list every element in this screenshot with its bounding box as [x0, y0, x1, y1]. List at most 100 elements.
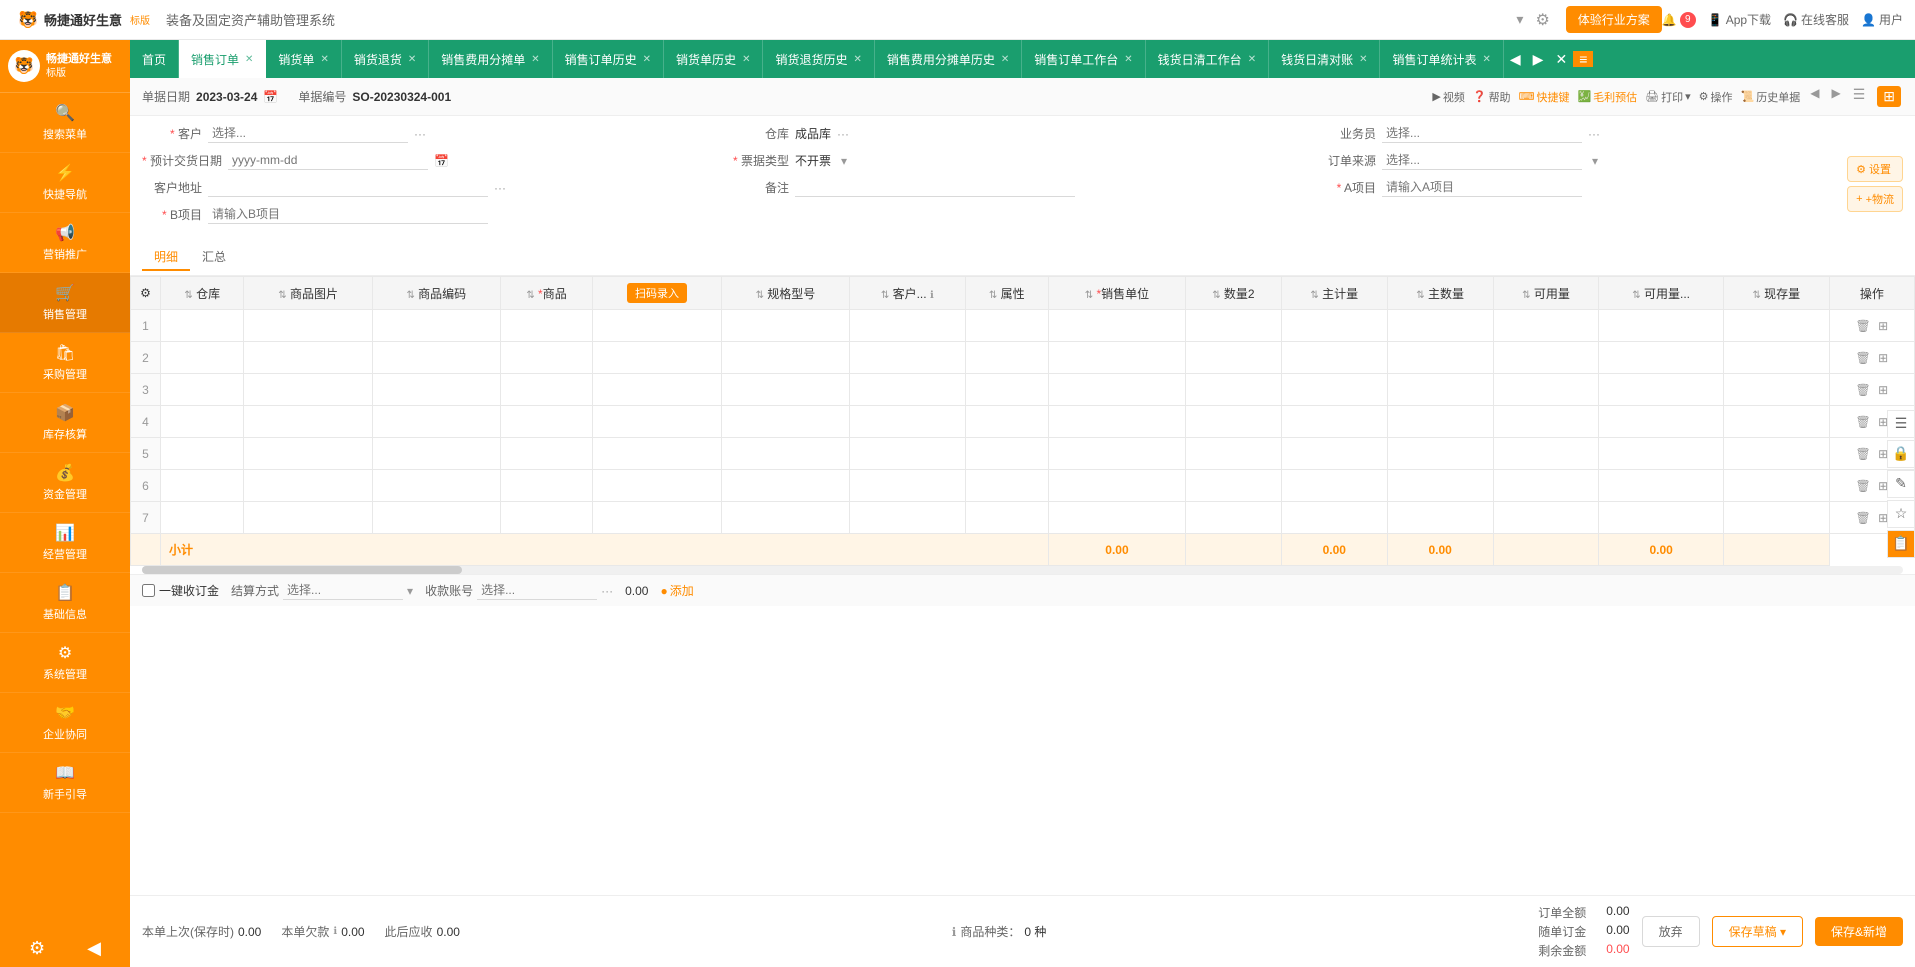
row-6-customer-code[interactable] [850, 470, 965, 502]
tab-sales-expense[interactable]: 销售费用分摊单 ✕ [429, 40, 552, 78]
row-5-qty2[interactable] [1185, 438, 1281, 470]
row-1-current-stock[interactable] [1723, 310, 1829, 342]
row-6-product-image[interactable] [244, 470, 372, 502]
row-7-product-image[interactable] [244, 502, 372, 534]
row-copy-icon[interactable]: ⊞ [1878, 351, 1888, 365]
row-4-customer-code[interactable] [850, 406, 965, 438]
tab-more-btn[interactable]: ≡ [1573, 51, 1593, 67]
sidebar-item-marketing[interactable]: 📢 营销推广 [0, 213, 130, 273]
row-delete-icon[interactable]: 🗑 [1856, 511, 1871, 525]
sidebar-item-operations[interactable]: 📊 经营管理 [0, 513, 130, 573]
row-6-sales-unit[interactable] [1049, 470, 1186, 502]
row-7-main-qty[interactable] [1387, 502, 1493, 534]
row-delete-icon[interactable]: 🗑 [1856, 415, 1871, 429]
profit-btn[interactable]: 💹 毛利预估 [1577, 86, 1637, 107]
row-5-current-stock[interactable] [1723, 438, 1829, 470]
tab-close-icon[interactable]: ✕ [408, 54, 416, 65]
tab-close-icon[interactable]: ✕ [531, 54, 539, 65]
row-4-attribute[interactable] [965, 406, 1048, 438]
tab-sales-return[interactable]: 销货退货 ✕ [342, 40, 429, 78]
view-toggle-list[interactable]: ☰ [1853, 86, 1866, 107]
customer-more-icon[interactable]: ··· [414, 127, 426, 141]
tab-daily-clear[interactable]: 钱货日清工作台 ✕ [1146, 40, 1269, 78]
row-2-main-unit[interactable] [1281, 342, 1387, 374]
tab-close-icon[interactable]: ✕ [1359, 54, 1367, 65]
add-btn[interactable]: ● 添加 [660, 582, 693, 599]
right-btn-3[interactable]: ✎ [1887, 470, 1915, 498]
row-3-current-stock[interactable] [1723, 374, 1829, 406]
row-6-main-qty[interactable] [1387, 470, 1493, 502]
row-7-current-stock[interactable] [1723, 502, 1829, 534]
row-4-main-unit[interactable] [1281, 406, 1387, 438]
row-7-qty2[interactable] [1185, 502, 1281, 534]
right-btn-4[interactable]: ☆ [1887, 500, 1915, 528]
row-1-main-unit[interactable] [1281, 310, 1387, 342]
row-3-main-qty[interactable] [1387, 374, 1493, 406]
invoice-dropdown-icon[interactable]: ▾ [841, 154, 847, 168]
sidebar-item-collaboration[interactable]: 🤝 企业协同 [0, 693, 130, 753]
sidebar-item-system[interactable]: ⚙ 系统管理 [0, 633, 130, 693]
row-1-available2[interactable] [1599, 310, 1724, 342]
row-7-product-code[interactable] [372, 502, 500, 534]
sidebar-item-sales[interactable]: 🛒 销售管理 [0, 273, 130, 333]
sidebar-item-search[interactable]: 🔍 搜索菜单 [0, 93, 130, 153]
tab-close-icon[interactable]: ✕ [1248, 54, 1256, 65]
tab-close-icon[interactable]: ✕ [1001, 54, 1009, 65]
row-copy-icon[interactable]: ⊞ [1878, 383, 1888, 397]
right-btn-2[interactable]: 🔒 [1887, 440, 1915, 468]
row-4-warehouse[interactable] [161, 406, 244, 438]
row-7-warehouse[interactable] [161, 502, 244, 534]
operation-btn[interactable]: ⚙ 操作 [1699, 86, 1733, 107]
add-logistics-btn[interactable]: + +物流 [1847, 186, 1903, 212]
tab-close-icon[interactable]: ✕ [1483, 54, 1491, 65]
tab-close-icon[interactable]: ✕ [320, 54, 328, 65]
sidebar-item-finance[interactable]: 💰 资金管理 [0, 453, 130, 513]
settings-float-btn[interactable]: ⚙ 设置 [1847, 156, 1903, 182]
shortcut-btn[interactable]: ⌨ 快捷键 [1519, 86, 1570, 107]
row-1-available[interactable] [1493, 310, 1599, 342]
history-btn[interactable]: 📜 历史单据 [1741, 86, 1801, 107]
tab-close-icon[interactable]: ✕ [1124, 54, 1132, 65]
date-value[interactable]: 2023-03-24 [196, 90, 257, 104]
row-1-sales-unit[interactable] [1049, 310, 1186, 342]
row-2-current-stock[interactable] [1723, 342, 1829, 374]
tab-reconciliation[interactable]: 钱货日清对账 ✕ [1269, 40, 1380, 78]
row-1-product-code[interactable] [372, 310, 500, 342]
salesperson-more-icon[interactable]: ··· [1588, 127, 1600, 141]
row-6-available[interactable] [1493, 470, 1599, 502]
row-7-available[interactable] [1493, 502, 1599, 534]
row-4-spec[interactable] [721, 406, 849, 438]
row-2-customer-code[interactable] [850, 342, 965, 374]
row-1-spec[interactable] [721, 310, 849, 342]
sidebar-item-guide[interactable]: 📖 新手引导 [0, 753, 130, 813]
scrollbar-thumb[interactable] [142, 566, 462, 574]
row-delete-icon[interactable]: 🗑 [1856, 351, 1871, 365]
row-7-product[interactable] [500, 502, 592, 534]
settings-icon[interactable]: ⚙ [1535, 10, 1549, 30]
a-project-input[interactable] [1382, 178, 1582, 197]
tab-expense-history[interactable]: 销售费用分摊单历史 ✕ [875, 40, 1022, 78]
sidebar-settings-btn[interactable]: ⚙ [29, 938, 45, 959]
col-settings-icon[interactable]: ⚙ [140, 286, 151, 300]
row-7-attribute[interactable] [965, 502, 1048, 534]
tab-sales-order[interactable]: 销售订单 ✕ [179, 40, 266, 78]
row-5-main-qty[interactable] [1387, 438, 1493, 470]
payment-method-dropdown-icon[interactable]: ▾ [407, 584, 413, 598]
save-draft-dropdown-icon[interactable]: ▾ [1780, 925, 1786, 939]
current-save-info-icon[interactable]: ℹ [333, 926, 337, 937]
row-5-product-image[interactable] [244, 438, 372, 470]
row-7-sales-unit[interactable] [1049, 502, 1186, 534]
row-5-sales-unit[interactable] [1049, 438, 1186, 470]
salesperson-input[interactable] [1382, 124, 1582, 143]
notification-bell[interactable]: 🔔 9 [1662, 12, 1696, 28]
row-6-available2[interactable] [1599, 470, 1724, 502]
row-delete-icon[interactable]: 🗑 [1856, 383, 1871, 397]
help-btn[interactable]: ❓ 帮助 [1473, 86, 1511, 107]
row-2-attribute[interactable] [965, 342, 1048, 374]
row-delete-icon[interactable]: 🗑 [1856, 479, 1871, 493]
row-1-product[interactable] [500, 310, 592, 342]
row-4-product[interactable] [500, 406, 592, 438]
row-3-warehouse[interactable] [161, 374, 244, 406]
tab-nav-prev[interactable]: ◀ [1504, 51, 1527, 68]
app-download-btn[interactable]: 📱 App下载 [1708, 11, 1771, 28]
